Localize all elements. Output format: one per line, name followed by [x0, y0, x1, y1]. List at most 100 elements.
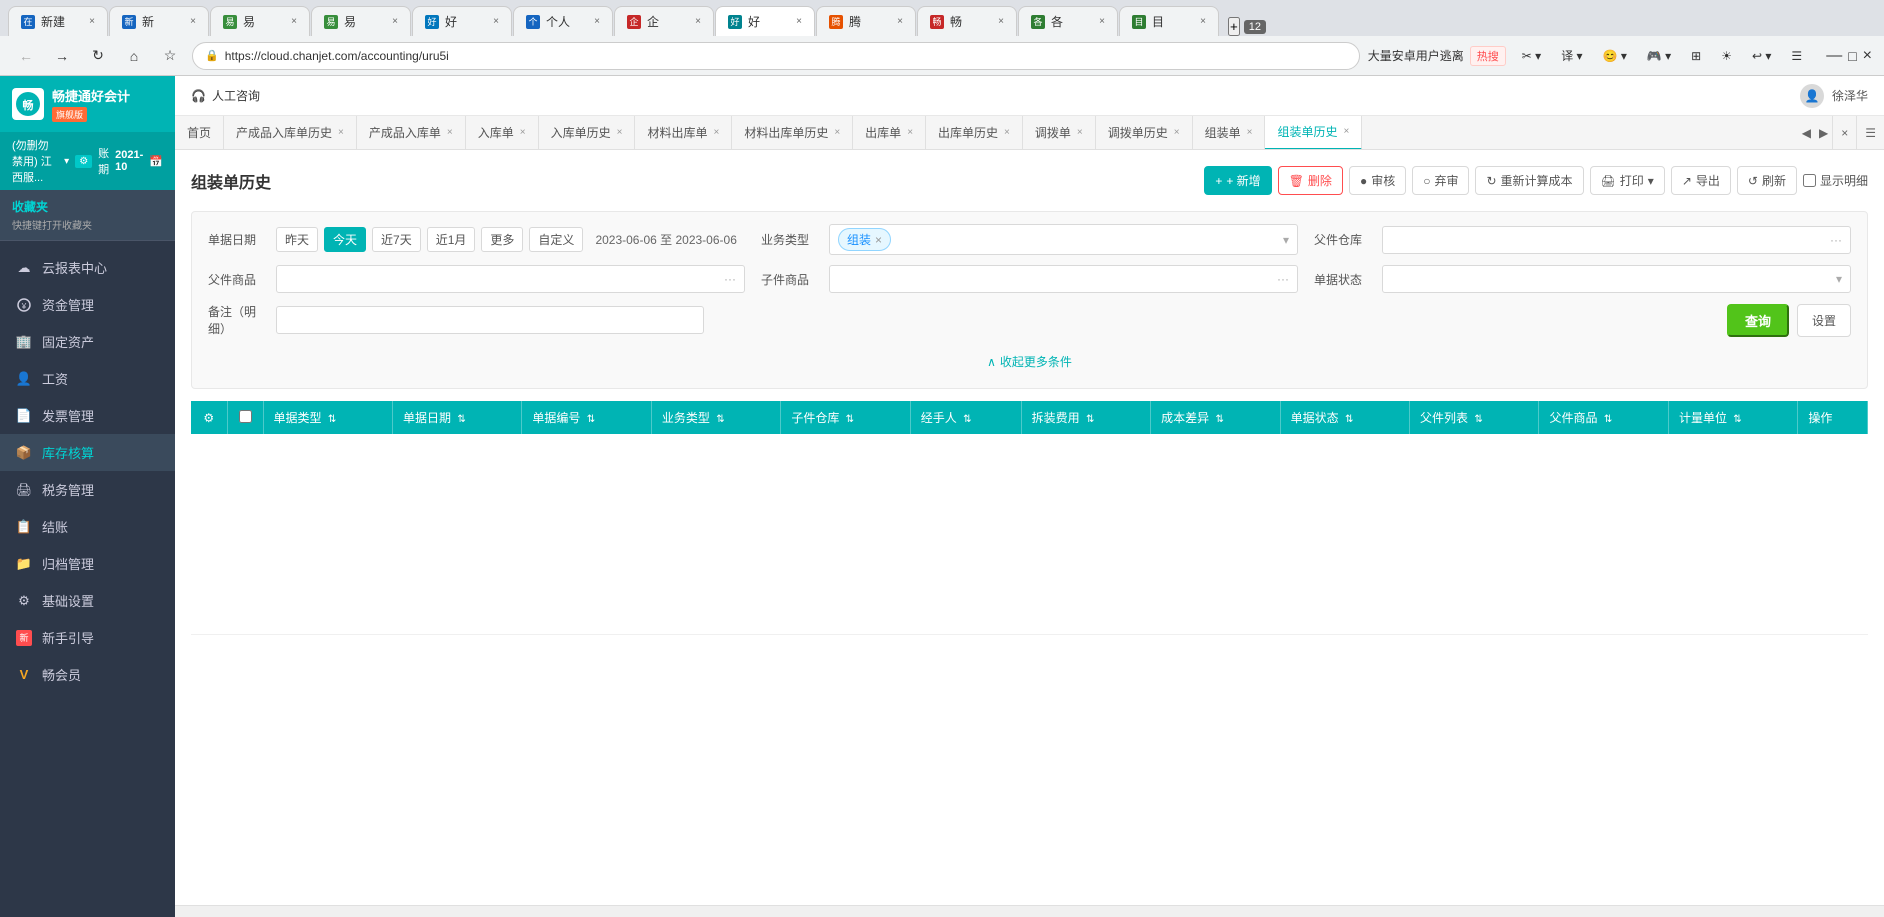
browser-tab-6[interactable]: 个 个人 × — [513, 6, 613, 36]
col-doc-status[interactable]: 单据状态 ⇅ — [1280, 401, 1409, 434]
browser-tab-3[interactable]: 易 易 × — [210, 6, 310, 36]
abandon-button[interactable]: ○ 弃审 — [1412, 166, 1469, 195]
recalc-button[interactable]: ↻ 重新计算成本 — [1475, 166, 1583, 195]
parent-goods-dots[interactable]: ··· — [724, 272, 736, 286]
tab-prod-in[interactable]: 产成品入库单 × — [357, 116, 466, 150]
date-btn-yesterday[interactable]: 昨天 — [276, 227, 318, 252]
address-bar[interactable]: 🔒 https://cloud.chanjet.com/accounting/u… — [192, 42, 1360, 70]
minimize-button[interactable]: — — [1826, 47, 1842, 65]
tab-7-close[interactable]: × — [695, 16, 701, 27]
back-button[interactable]: ← — [12, 42, 40, 70]
browser-tab-1[interactable]: 在 新建 × — [8, 6, 108, 36]
tab-assembly-hist-close[interactable]: × — [1343, 126, 1349, 137]
add-button[interactable]: + + 新增 — [1204, 166, 1271, 195]
sidebar-item-member[interactable]: V 畅会员 — [0, 656, 175, 693]
date-btn-custom[interactable]: 自定义 — [529, 227, 583, 252]
collapse-bar[interactable]: ∧ 收起更多条件 — [208, 347, 1851, 376]
bookmark-sub[interactable]: 快捷键打开收藏夹 — [12, 217, 163, 232]
browser-tab-10[interactable]: 畅 畅 × — [917, 6, 1017, 36]
tab-transfer-hist[interactable]: 调拨单历史 × — [1096, 116, 1193, 150]
refresh-button[interactable]: ↺ 刷新 — [1737, 166, 1797, 195]
tab-1-close[interactable]: × — [89, 16, 95, 27]
calendar-icon[interactable]: 📅 — [149, 155, 163, 168]
col-unit[interactable]: 计量单位 ⇅ — [1668, 401, 1797, 434]
tab-3-close[interactable]: × — [291, 16, 297, 27]
browser-tab-12[interactable]: 目 目 × — [1119, 6, 1219, 36]
forward-button[interactable]: → — [48, 42, 76, 70]
reload-button[interactable]: ↻ — [84, 42, 112, 70]
bottom-scrollbar[interactable] — [175, 905, 1884, 917]
col-doc-date[interactable]: 单据日期 ⇅ — [392, 401, 521, 434]
tab-transfer-close[interactable]: × — [1077, 127, 1083, 138]
date-btn-1month[interactable]: 近1月 — [427, 227, 476, 252]
tab-home[interactable]: 首页 — [175, 116, 224, 150]
browser-tab-4[interactable]: 易 易 × — [311, 6, 411, 36]
browser-tab-8[interactable]: 好 好 × — [715, 6, 815, 36]
tab-transfer[interactable]: 调拨单 × — [1023, 116, 1096, 150]
date-btn-7days[interactable]: 近7天 — [372, 227, 421, 252]
settings-icon-btn[interactable]: ⚙ — [75, 155, 92, 168]
tab-out-single-close[interactable]: × — [907, 127, 913, 138]
tab-9-close[interactable]: × — [897, 16, 903, 27]
tab-8-close[interactable]: × — [796, 16, 802, 27]
col-doc-no[interactable]: 单据编号 ⇅ — [522, 401, 651, 434]
query-button[interactable]: 查询 — [1727, 304, 1789, 337]
service-btn[interactable]: 🎧 人工咨询 — [191, 87, 260, 104]
sidebar-item-settings[interactable]: ⚙ 基础设置 — [0, 582, 175, 619]
tab-assembly[interactable]: 组装单 × — [1193, 116, 1266, 150]
tab-mat-out-hist[interactable]: 材料出库单历史 × — [732, 116, 853, 150]
tab-4-close[interactable]: × — [392, 16, 398, 27]
cut-button[interactable]: ✂ ▾ — [1514, 45, 1549, 67]
sidebar-item-guide[interactable]: 新 新手引导 — [0, 619, 175, 656]
browser-tab-2[interactable]: 新 新 × — [109, 6, 209, 36]
col-cost-diff[interactable]: 成本差异 ⇅ — [1151, 401, 1280, 434]
date-btn-more[interactable]: 更多 — [481, 227, 523, 252]
parent-goods-input[interactable]: ··· — [276, 265, 745, 293]
tab-in-hist-close[interactable]: × — [617, 127, 623, 138]
tab-11-close[interactable]: × — [1099, 16, 1105, 27]
bookmark-button[interactable]: ☆ — [156, 42, 184, 70]
tab-in-single[interactable]: 入库单 × — [466, 116, 539, 150]
sidebar-item-invoice[interactable]: 📄 发票管理 — [0, 397, 175, 434]
tab-10-close[interactable]: × — [998, 16, 1004, 27]
parent-warehouse-input[interactable]: ··· — [1382, 226, 1851, 254]
sidebar-item-cloud-report[interactable]: ☁ 云报表中心 — [0, 249, 175, 286]
status-input[interactable]: ▾ — [1382, 265, 1851, 293]
date-btn-today[interactable]: 今天 — [324, 227, 366, 252]
child-goods-input[interactable]: ··· — [829, 265, 1298, 293]
tabs-scroll-left[interactable]: ◀ — [1798, 116, 1815, 150]
print-button[interactable]: 🖨 打印 ▾ — [1590, 166, 1665, 195]
tabs-more-menu[interactable]: ☰ — [1856, 116, 1884, 150]
biz-type-tag-remove[interactable]: × — [875, 233, 882, 247]
tab-6-close[interactable]: × — [594, 16, 600, 27]
sun-button[interactable]: ☀ — [1713, 45, 1740, 67]
col-gear[interactable]: ⚙ — [191, 401, 227, 434]
biz-type-input[interactable]: 组装 × ▾ — [829, 224, 1298, 255]
col-checkbox[interactable] — [227, 401, 263, 434]
col-doc-type[interactable]: 单据类型 ⇅ — [263, 401, 392, 434]
sidebar-item-fixed-asset[interactable]: 🏢 固定资产 — [0, 323, 175, 360]
game-button[interactable]: 🎮 ▾ — [1639, 45, 1679, 67]
show-detail-checkbox-wrapper[interactable]: 显示明细 — [1803, 172, 1868, 189]
tab-prod-in-close[interactable]: × — [447, 127, 453, 138]
tab-in-hist[interactable]: 入库单历史 × — [539, 116, 636, 150]
tabs-scroll-right[interactable]: ▶ — [1815, 116, 1832, 150]
child-goods-dots[interactable]: ··· — [1277, 272, 1289, 286]
tab-prod-in-hist[interactable]: 产成品入库单历史 × — [224, 116, 357, 150]
maximize-button[interactable]: □ — [1848, 47, 1856, 65]
tab-in-single-close[interactable]: × — [520, 127, 526, 138]
grid-button[interactable]: ⊞ — [1683, 45, 1709, 67]
sidebar-item-tax[interactable]: 🖨 税务管理 — [0, 471, 175, 508]
export-button[interactable]: ↗ 导出 — [1671, 166, 1731, 195]
close-button[interactable]: × — [1863, 47, 1872, 65]
col-parent-goods[interactable]: 父件商品 ⇅ — [1539, 401, 1668, 434]
sidebar-item-checkout[interactable]: 📋 结账 — [0, 508, 175, 545]
status-dropdown[interactable]: ▾ — [1836, 272, 1842, 286]
browser-tab-9[interactable]: 腾 腾 × — [816, 6, 916, 36]
tab-out-single[interactable]: 出库单 × — [853, 116, 926, 150]
tabs-close-others[interactable]: × — [1832, 116, 1856, 150]
browser-tab-11[interactable]: 各 各 × — [1018, 6, 1118, 36]
tab-transfer-hist-close[interactable]: × — [1174, 127, 1180, 138]
sidebar-item-payroll[interactable]: 👤 工资 — [0, 360, 175, 397]
sidebar-item-fund[interactable]: ¥ 资金管理 — [0, 286, 175, 323]
